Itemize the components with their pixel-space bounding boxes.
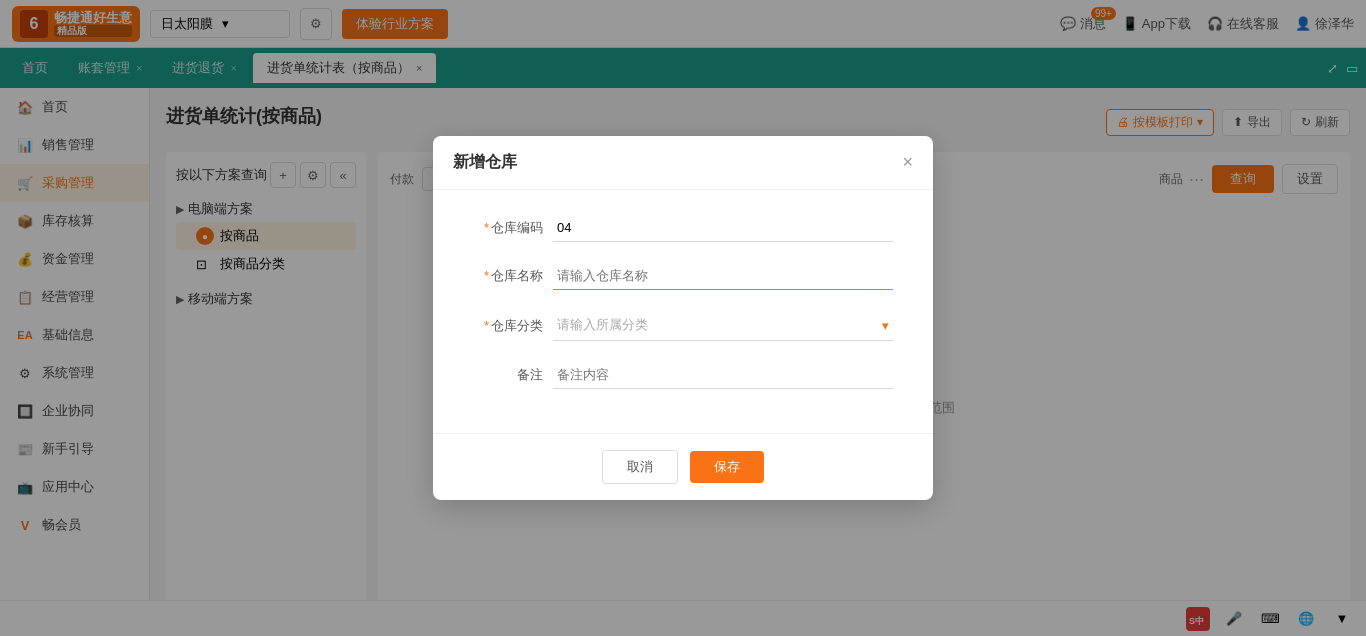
modal-overlay[interactable]: 新增仓库 × 仓库编码 仓库名称 仓库分类 请输入所属分类 ▾ <box>0 0 1366 636</box>
new-warehouse-modal: 新增仓库 × 仓库编码 仓库名称 仓库分类 请输入所属分类 ▾ <box>433 136 933 500</box>
code-input[interactable] <box>553 214 893 242</box>
note-input[interactable] <box>553 361 893 389</box>
cancel-button[interactable]: 取消 <box>602 450 678 484</box>
modal-close-button[interactable]: × <box>902 152 913 173</box>
name-input[interactable] <box>553 262 893 290</box>
code-label: 仓库编码 <box>473 219 553 237</box>
category-arrow-icon: ▾ <box>882 318 889 333</box>
save-button[interactable]: 保存 <box>690 451 764 483</box>
form-row-category: 仓库分类 请输入所属分类 ▾ <box>473 310 893 341</box>
modal-header: 新增仓库 × <box>433 136 933 190</box>
category-label: 仓库分类 <box>473 317 553 335</box>
modal-body: 仓库编码 仓库名称 仓库分类 请输入所属分类 ▾ 备注 <box>433 190 933 433</box>
note-label: 备注 <box>473 366 553 384</box>
form-row-note: 备注 <box>473 361 893 389</box>
form-row-code: 仓库编码 <box>473 214 893 242</box>
modal-title: 新增仓库 <box>453 152 517 173</box>
form-row-name: 仓库名称 <box>473 262 893 290</box>
name-label: 仓库名称 <box>473 267 553 285</box>
category-placeholder: 请输入所属分类 <box>557 316 648 334</box>
category-select[interactable]: 请输入所属分类 ▾ <box>553 310 893 341</box>
modal-footer: 取消 保存 <box>433 433 933 500</box>
